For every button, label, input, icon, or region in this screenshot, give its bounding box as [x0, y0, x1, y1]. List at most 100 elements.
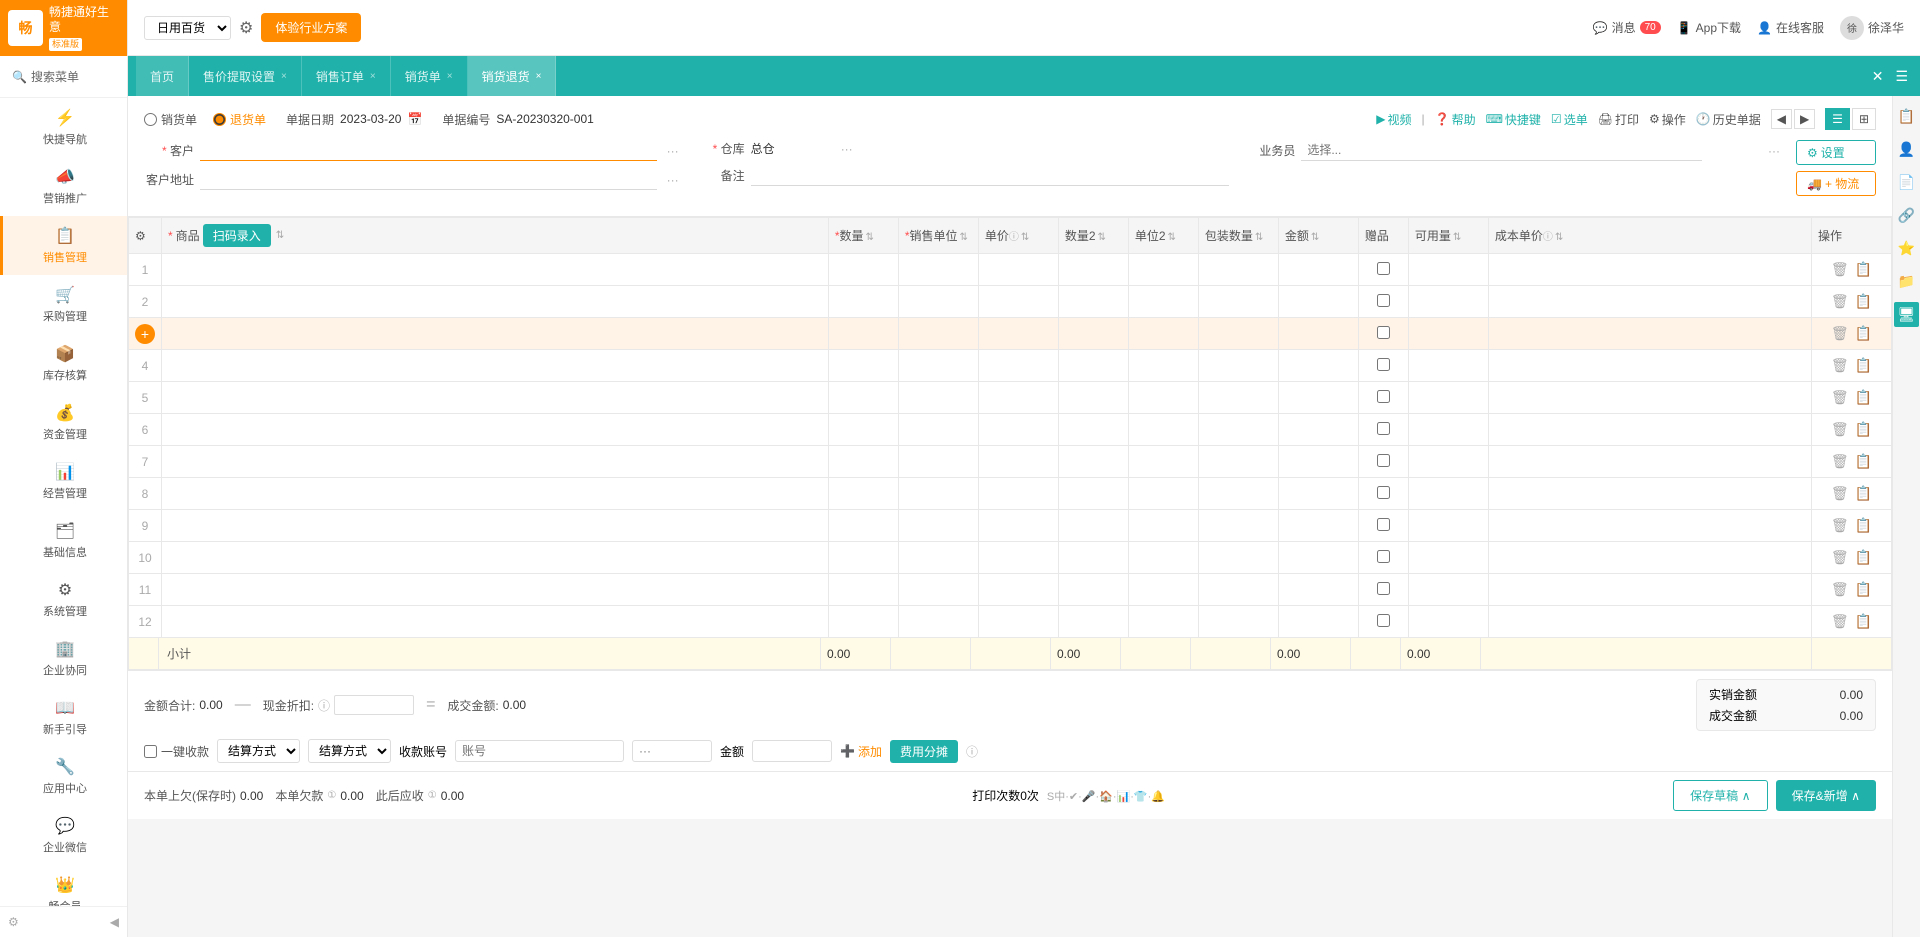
pkg-sort-icon[interactable]: ⇅	[1255, 232, 1263, 243]
search-menu-button[interactable]: 🔍 搜索菜单	[8, 64, 119, 89]
copy-row-9[interactable]: 📋	[1855, 517, 1872, 534]
settings-col-icon[interactable]: ⚙	[135, 229, 146, 243]
sidebar-item-system[interactable]: ⚙ 系统管理	[0, 570, 127, 629]
rp-icon3[interactable]: 📄	[1894, 170, 1919, 195]
sidebar-item-member[interactable]: 👑 畅会员	[0, 865, 127, 906]
gift-checkbox-2[interactable]	[1377, 294, 1390, 307]
user-info[interactable]: 徐 徐泽华	[1840, 16, 1904, 40]
copy-row-7[interactable]: 📋	[1855, 453, 1872, 470]
address-input[interactable]	[200, 169, 657, 190]
nav-prev-btn[interactable]: ◀	[1771, 109, 1792, 129]
delete-row-10[interactable]: 🗑	[1831, 549, 1849, 566]
message-btn[interactable]: 💬 消息 70	[1593, 19, 1661, 36]
price-sort-icon[interactable]: ⇅	[1021, 232, 1029, 243]
radio-sales[interactable]	[144, 113, 157, 126]
settlement-select[interactable]: 结算方式	[217, 739, 300, 763]
rp-icon4[interactable]: 🔗	[1894, 203, 1919, 228]
delete-row-9[interactable]: 🗑	[1831, 517, 1849, 534]
rp-icon6[interactable]: 📁	[1894, 269, 1919, 294]
logistics-btn[interactable]: 🚚 + 物流	[1796, 171, 1876, 196]
rp-icon5[interactable]: ⭐	[1894, 236, 1919, 261]
fee-btn[interactable]: 费用分摊	[890, 740, 958, 763]
calc-method-select[interactable]: 结算方式	[308, 739, 391, 763]
copy-row-11[interactable]: 📋	[1855, 581, 1872, 598]
tab-price-setup[interactable]: 售价提取设置 ×	[189, 56, 302, 96]
payment-checkbox[interactable]	[144, 745, 157, 758]
save-draft-btn[interactable]: 保存草稿 ∧	[1673, 780, 1767, 811]
tab-price-setup-close[interactable]: ×	[281, 71, 287, 82]
warehouse-dots[interactable]: ···	[841, 142, 853, 156]
delete-row-7[interactable]: 🗑	[1831, 453, 1849, 470]
delete-row-4[interactable]: 🗑	[1831, 357, 1849, 374]
sidebar-item-operation[interactable]: 📊 经营管理	[0, 452, 127, 511]
sidebar-item-marketing[interactable]: 📣 营销推广	[0, 157, 127, 216]
salesperson-input[interactable]	[1301, 140, 1702, 161]
sidebar-item-guide[interactable]: 📖 新手引导	[0, 688, 127, 747]
app-download-btn[interactable]: 📱 App下载	[1677, 19, 1741, 36]
amount-input[interactable]	[752, 740, 832, 762]
customer-dots[interactable]: ···	[667, 144, 679, 158]
delete-row-11[interactable]: 🗑	[1831, 581, 1849, 598]
delete-row-12[interactable]: 🗑	[1831, 613, 1849, 630]
unit2-sort-icon[interactable]: ⇅	[1168, 232, 1176, 243]
unit-sort-icon[interactable]: ⇅	[960, 232, 968, 243]
experience-btn[interactable]: 体验行业方案	[261, 13, 361, 42]
gift-checkbox-3[interactable]	[1377, 326, 1390, 339]
tab-delivery[interactable]: 销货单 ×	[391, 56, 468, 96]
gift-checkbox-10[interactable]	[1377, 550, 1390, 563]
sidebar-item-finance[interactable]: 💰 资金管理	[0, 393, 127, 452]
copy-row-3[interactable]: 📋	[1855, 325, 1872, 342]
gift-checkbox-12[interactable]	[1377, 614, 1390, 627]
add-btn[interactable]: ➕ 添加	[840, 743, 882, 760]
delete-row-3[interactable]: 🗑	[1831, 325, 1849, 342]
sidebar-settings-icon[interactable]: ⚙	[8, 915, 19, 929]
delete-row-8[interactable]: 🗑	[1831, 485, 1849, 502]
sidebar-item-appstore[interactable]: 🔧 应用中心	[0, 747, 127, 806]
copy-row-2[interactable]: 📋	[1855, 293, 1872, 310]
copy-row-5[interactable]: 📋	[1855, 389, 1872, 406]
save-new-btn[interactable]: 保存&新增 ∧	[1776, 780, 1876, 811]
delete-row-2[interactable]: 🗑	[1831, 293, 1849, 310]
view-grid-btn[interactable]: ⊞	[1852, 108, 1876, 130]
online-service-btn[interactable]: 👤 在线客服	[1757, 19, 1824, 36]
copy-row-10[interactable]: 📋	[1855, 549, 1872, 566]
fee-help-icon[interactable]: ⓘ	[966, 743, 978, 760]
tab-home[interactable]: 首页	[136, 56, 189, 96]
account-dots-input[interactable]	[632, 740, 712, 762]
address-dots[interactable]: ···	[667, 173, 679, 187]
topbar-settings-icon[interactable]: ⚙	[239, 18, 253, 38]
print-link[interactable]: 🖨 打印	[1598, 111, 1639, 128]
view-list-btn[interactable]: ☰	[1825, 108, 1850, 130]
calendar-icon[interactable]: 📅	[407, 112, 422, 126]
row-add-btn[interactable]: +	[135, 324, 155, 344]
gift-checkbox-1[interactable]	[1377, 262, 1390, 275]
gift-checkbox-11[interactable]	[1377, 582, 1390, 595]
copy-row-8[interactable]: 📋	[1855, 485, 1872, 502]
tab-return[interactable]: 销货退货 ×	[468, 56, 557, 96]
sidebar-item-basics[interactable]: 🗂 基础信息	[0, 511, 127, 570]
gift-checkbox-4[interactable]	[1377, 358, 1390, 371]
copy-row-6[interactable]: 📋	[1855, 421, 1872, 438]
select-link[interactable]: ☑ 选单	[1551, 111, 1588, 128]
sidebar-item-purchase[interactable]: 🛒 采购管理	[0, 275, 127, 334]
settings-btn[interactable]: ⚙ 设置	[1796, 140, 1876, 165]
video-link[interactable]: ▶ 视频	[1376, 111, 1411, 128]
rp-icon1[interactable]: 📋	[1894, 104, 1919, 129]
qty-sort-icon[interactable]: ⇅	[866, 232, 874, 243]
customer-input[interactable]	[200, 140, 657, 161]
tab-sales-order[interactable]: 销售订单 ×	[302, 56, 391, 96]
tabs-menu-btn[interactable]: ☰	[1891, 66, 1912, 87]
help-link[interactable]: ❓ 帮助	[1435, 111, 1476, 128]
tabs-close-btn[interactable]: ✕	[1868, 66, 1888, 87]
shortcut-link[interactable]: ⌨ 快捷键	[1486, 111, 1541, 128]
sidebar-item-quick-nav[interactable]: ⚡ 快捷导航	[0, 98, 127, 157]
gift-checkbox-7[interactable]	[1377, 454, 1390, 467]
delete-row-6[interactable]: 🗑	[1831, 421, 1849, 438]
product-sort-icon[interactable]: ⇅	[276, 230, 284, 241]
history-link[interactable]: 🕐 历史单据	[1696, 111, 1761, 128]
rp-icon2[interactable]: 👤	[1894, 137, 1919, 162]
delete-row-1[interactable]: 🗑	[1831, 261, 1849, 278]
rp-icon7[interactable]: 🖥	[1894, 302, 1920, 327]
gift-checkbox-8[interactable]	[1377, 486, 1390, 499]
tab-delivery-close[interactable]: ×	[447, 71, 453, 82]
